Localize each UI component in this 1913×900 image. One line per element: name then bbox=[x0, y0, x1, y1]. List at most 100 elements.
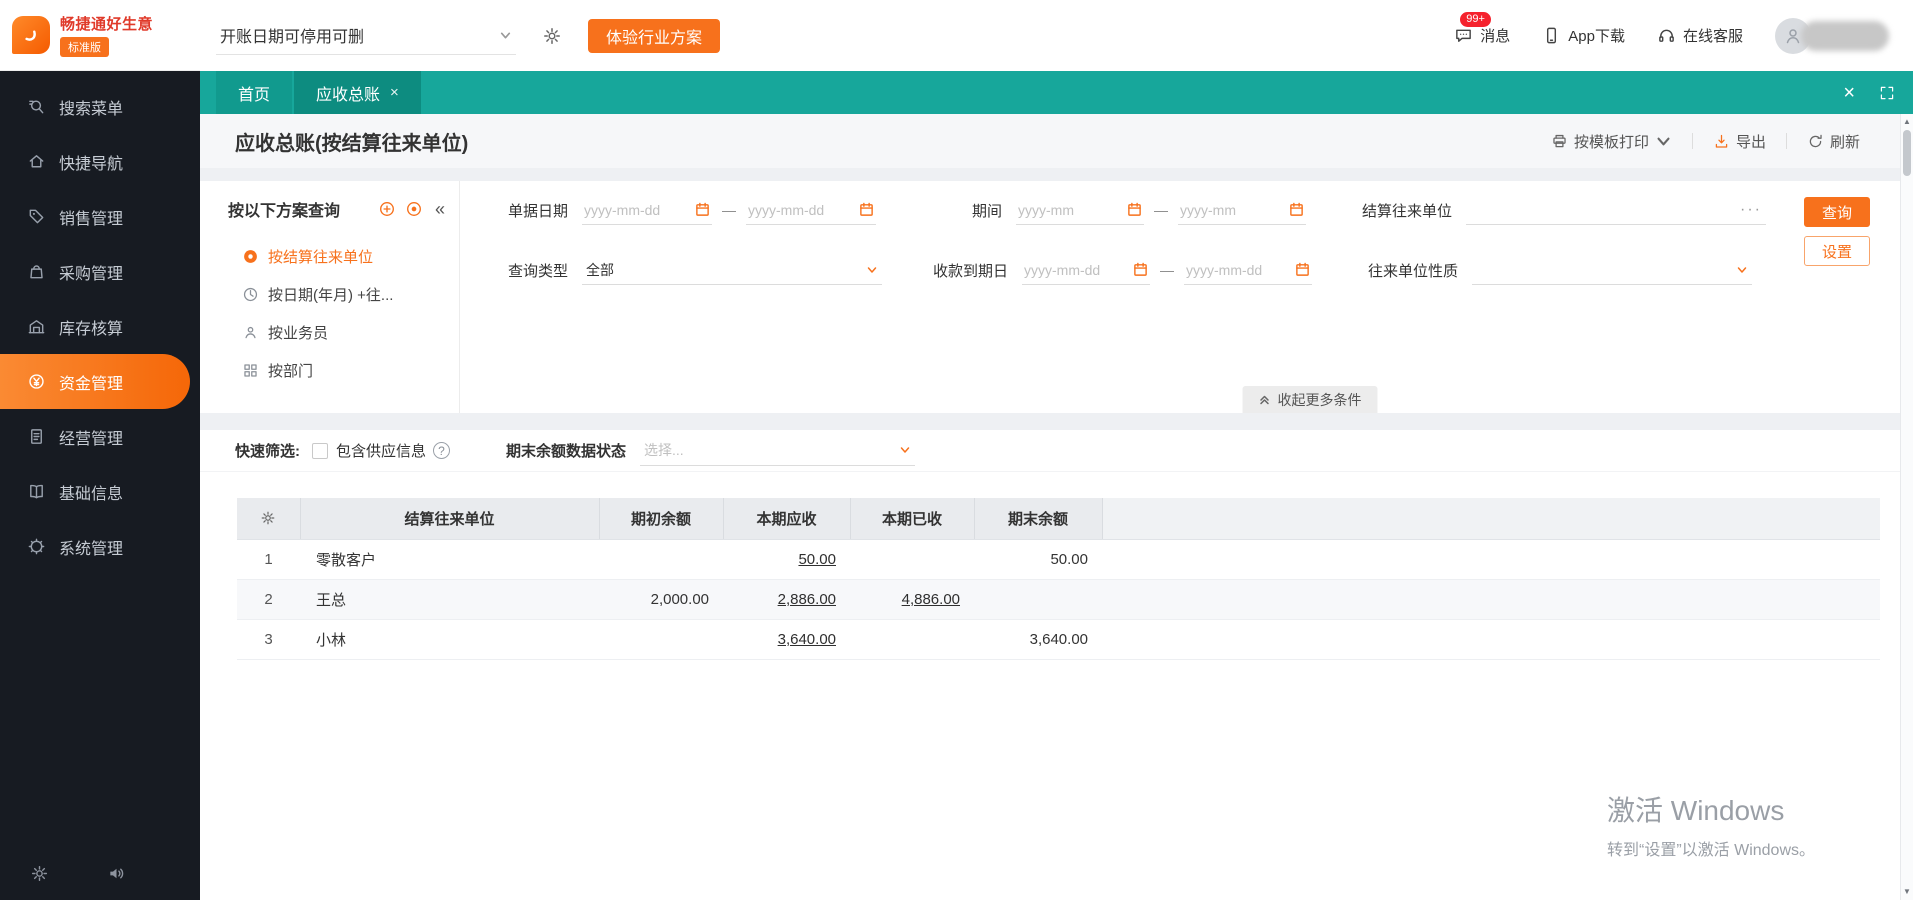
filter-row-1: 单据日期 — 期间 bbox=[460, 193, 1900, 227]
quick-filter-label: 快速筛选: bbox=[235, 443, 300, 460]
ending-balance-cell: 50.00 bbox=[974, 539, 1102, 580]
settlement-unit-label: 结算往来单位 bbox=[1361, 202, 1452, 220]
calendar-icon[interactable] bbox=[1133, 262, 1148, 277]
sidebar-item-operations[interactable]: 经营管理 bbox=[0, 409, 200, 464]
table-row[interactable]: 2 王总 2,000.00 2,886.00 4,886.00 bbox=[237, 579, 1880, 620]
query-type-label: 查询类型 bbox=[507, 262, 568, 280]
table-row[interactable]: 3 小林 3,640.00 3,640.00 bbox=[237, 619, 1880, 660]
phone-icon bbox=[1542, 26, 1561, 45]
plan-item-by-unit[interactable]: 按结算往来单位 bbox=[242, 237, 445, 275]
period-end-input[interactable] bbox=[1178, 201, 1287, 218]
gear-icon bbox=[542, 26, 562, 46]
column-header: 期初余额 bbox=[599, 498, 724, 540]
tab-receivable-ledger[interactable]: 应收总账 × bbox=[294, 71, 421, 114]
brand-area[interactable]: 畅捷通好生意 标准版 bbox=[0, 0, 200, 71]
settlement-unit-input[interactable] bbox=[1470, 201, 1741, 218]
calendar-icon[interactable] bbox=[1289, 202, 1304, 217]
sidebar-item-inventory[interactable]: 库存核算 bbox=[0, 299, 200, 354]
balance-status-select[interactable]: 选择... bbox=[640, 436, 916, 466]
close-icon[interactable]: × bbox=[1843, 83, 1855, 103]
plan-item-label: 按结算往来单位 bbox=[268, 248, 374, 266]
unit-nature-select[interactable] bbox=[1472, 255, 1752, 285]
gear-icon[interactable] bbox=[260, 510, 276, 526]
amount-link[interactable]: 4,886.00 bbox=[902, 591, 960, 608]
report-icon bbox=[27, 427, 46, 446]
user-area[interactable] bbox=[1775, 17, 1889, 54]
scroll-down-arrow[interactable]: ▼ bbox=[1901, 888, 1913, 896]
sidebar-item-search-menu[interactable]: 搜索菜单 bbox=[0, 79, 200, 134]
column-filler bbox=[1102, 498, 1880, 540]
bullseye-icon bbox=[242, 248, 259, 265]
help-icon[interactable]: ? bbox=[433, 442, 451, 459]
refresh-button[interactable]: 刷新 bbox=[1807, 131, 1860, 152]
tag-icon bbox=[27, 207, 46, 226]
period-receivable-cell: 3,640.00 bbox=[723, 619, 850, 660]
gear-icon[interactable] bbox=[30, 864, 49, 883]
due-date-start-input[interactable] bbox=[1022, 261, 1131, 278]
sidebar-item-base-info[interactable]: 基础信息 bbox=[0, 464, 200, 519]
collapse-panel-icon[interactable]: « bbox=[435, 200, 445, 218]
include-supplier-checkbox[interactable] bbox=[312, 442, 328, 459]
table-row[interactable]: 1 零散客户 50.00 50.00 bbox=[237, 539, 1880, 580]
due-date-end-input[interactable] bbox=[1184, 261, 1293, 278]
page-title: 应收总账(按结算往来单位) bbox=[235, 132, 469, 155]
calendar-icon[interactable] bbox=[695, 202, 710, 217]
chat-bubble-icon bbox=[1454, 26, 1473, 45]
sidebar-item-purchase[interactable]: 采购管理 bbox=[0, 244, 200, 299]
print-template-button[interactable]: 按模板打印 bbox=[1551, 131, 1672, 152]
sidebar-item-label: 基础信息 bbox=[59, 485, 124, 503]
messages-button[interactable]: 99+ 消息 bbox=[1454, 12, 1510, 46]
query-plan-panel: 按以下方案查询 « 按结算往来单位 按日期(年月) +往... 按业务员 按部门 bbox=[200, 181, 460, 413]
export-button[interactable]: 导出 bbox=[1713, 131, 1766, 152]
vertical-scrollbar[interactable]: ▲ ▼ bbox=[1900, 114, 1913, 900]
scrollbar-thumb[interactable] bbox=[1903, 130, 1911, 176]
sidebar-item-quick-nav[interactable]: 快捷导航 bbox=[0, 134, 200, 189]
close-icon[interactable]: × bbox=[390, 84, 399, 101]
windows-activation-watermark: 激活 Windows 转到“设置”以激活 Windows。 bbox=[1607, 789, 1815, 860]
amount-link[interactable]: 50.00 bbox=[798, 551, 836, 568]
filter-form: 单据日期 — 期间 bbox=[460, 181, 1900, 413]
customer-name-cell: 小林 bbox=[300, 619, 599, 660]
doc-date-start-input[interactable] bbox=[582, 201, 693, 218]
topbar-right: 99+ 消息 App下载 在线客服 bbox=[1454, 12, 1889, 54]
username-redacted bbox=[1801, 20, 1889, 51]
account-date-select[interactable]: 开账日期可停用可删 bbox=[216, 16, 516, 55]
calendar-icon[interactable] bbox=[1127, 202, 1142, 217]
tab-home[interactable]: 首页 bbox=[216, 71, 293, 114]
plan-item-by-staff[interactable]: 按业务员 bbox=[242, 313, 445, 351]
chevron-down-icon bbox=[1736, 264, 1748, 276]
add-plan-icon[interactable] bbox=[378, 200, 396, 218]
target-icon[interactable] bbox=[405, 200, 423, 218]
app-download-button[interactable]: App下载 bbox=[1542, 25, 1625, 46]
settings-gear-button[interactable] bbox=[542, 26, 562, 46]
plan-item-by-department[interactable]: 按部门 bbox=[242, 351, 445, 389]
plan-item-by-date[interactable]: 按日期(年月) +往... bbox=[242, 275, 445, 313]
scroll-up-arrow[interactable]: ▲ bbox=[1901, 118, 1913, 126]
online-service-button[interactable]: 在线客服 bbox=[1657, 25, 1743, 46]
balance-status-placeholder: 选择... bbox=[644, 442, 684, 458]
trial-industry-button[interactable]: 体验行业方案 bbox=[588, 18, 721, 53]
sidebar-item-sales[interactable]: 销售管理 bbox=[0, 189, 200, 244]
page-actions: 按模板打印 导出 刷新 bbox=[1551, 131, 1860, 152]
unit-nature-label: 往来单位性质 bbox=[1367, 262, 1458, 280]
amount-link[interactable]: 3,640.00 bbox=[778, 631, 836, 648]
calendar-icon[interactable] bbox=[1295, 262, 1310, 277]
doc-date-end-input[interactable] bbox=[746, 201, 857, 218]
amount-link[interactable]: 2,886.00 bbox=[778, 591, 836, 608]
balance-status-label: 期末余额数据状态 bbox=[506, 443, 627, 460]
column-settings-cell bbox=[237, 498, 301, 540]
calendar-icon[interactable] bbox=[859, 202, 874, 217]
period-start-input[interactable] bbox=[1016, 201, 1125, 218]
settings-button[interactable]: 设置 bbox=[1804, 236, 1870, 266]
sidebar-item-label: 快捷导航 bbox=[59, 155, 124, 173]
query-type-select[interactable]: 全部 bbox=[582, 255, 882, 285]
search-button[interactable]: 查询 bbox=[1804, 197, 1870, 227]
fullscreen-icon[interactable] bbox=[1879, 85, 1895, 101]
sidebar-item-system[interactable]: 系统管理 bbox=[0, 519, 200, 574]
speaker-icon[interactable] bbox=[107, 864, 126, 883]
sidebar-item-funds[interactable]: 资金管理 bbox=[0, 354, 190, 409]
watermark-line2: 转到“设置”以激活 Windows。 bbox=[1606, 842, 1815, 859]
query-type-value: 全部 bbox=[586, 261, 614, 278]
ellipsis-picker-button[interactable]: ··· bbox=[1740, 201, 1762, 218]
collapse-more-button[interactable]: 收起更多条件 bbox=[1242, 386, 1378, 413]
